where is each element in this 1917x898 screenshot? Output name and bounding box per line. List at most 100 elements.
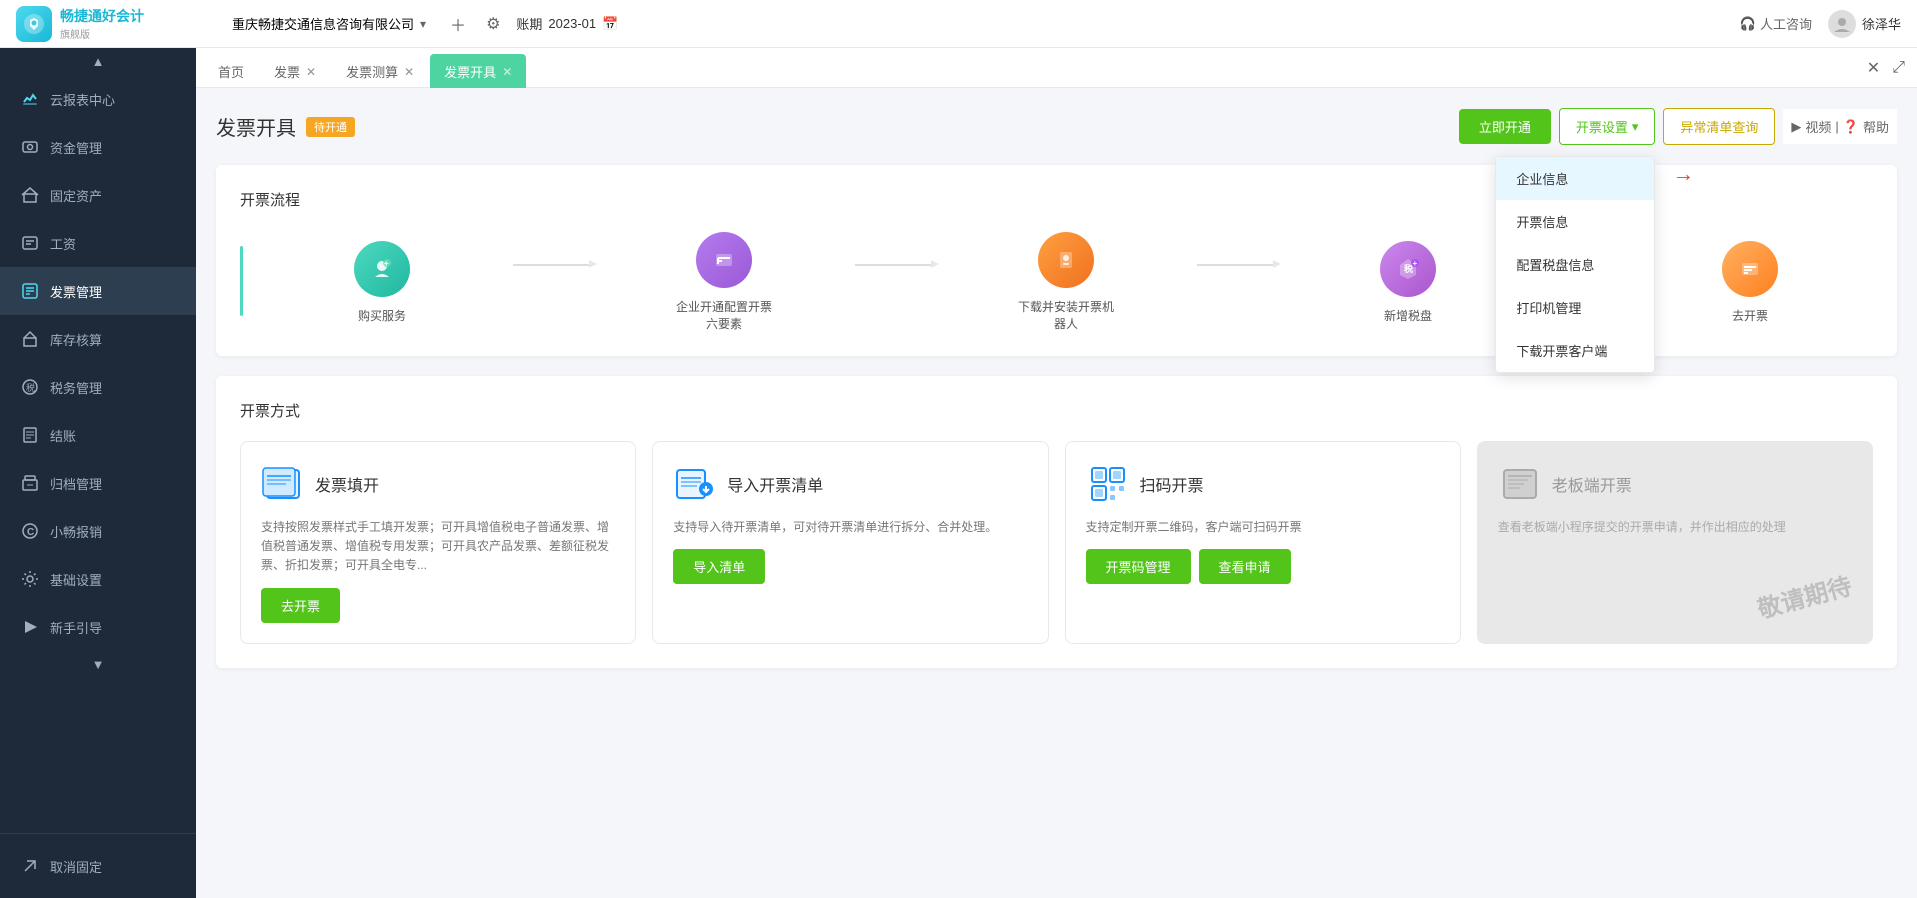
method-btn-manual[interactable]: 去开票	[261, 588, 340, 623]
tab-calc-close[interactable]: ✕	[404, 65, 414, 79]
method-name-import: 导入开票清单	[727, 472, 823, 496]
tax-icon: 税	[20, 377, 40, 397]
activate-button[interactable]: 立即开通	[1459, 109, 1551, 144]
step-divider-2	[855, 264, 935, 266]
flow-step-2: 企业开通配置开票六要素	[601, 230, 847, 332]
step-label-2: 企业开通配置开票六要素	[674, 298, 774, 332]
sidebar-scroll-down[interactable]: ▼	[0, 651, 196, 678]
method-title: 开票方式	[240, 400, 1873, 421]
sidebar-label-unpin: 取消固定	[50, 857, 102, 876]
sidebar-label-invoice: 发票管理	[50, 282, 102, 301]
step-label-5: 去开票	[1732, 307, 1768, 324]
settings-icon[interactable]: ⚙	[482, 10, 504, 38]
sidebar-item-invoice[interactable]: 发票管理	[0, 267, 196, 315]
tab-open[interactable]: 发票开具 ✕	[430, 54, 526, 90]
anomaly-button[interactable]: 异常清单查询	[1663, 108, 1775, 145]
svg-text:+: +	[384, 259, 389, 268]
sidebar-item-fund[interactable]: 资金管理	[0, 123, 196, 171]
method-desc-boss: 查看老板端小程序提交的开票申请，并作出相应的处理	[1498, 518, 1852, 537]
video-button[interactable]: ▶ 视频 | ❓ 帮助	[1783, 109, 1897, 144]
tab-open-close[interactable]: ✕	[502, 65, 512, 79]
step-icon-3	[1036, 230, 1096, 290]
logo-area: 畅捷通好会计 旗舰版	[16, 6, 212, 42]
sidebar-label-salary: 工资	[50, 234, 76, 253]
svg-text:+: +	[1413, 259, 1418, 268]
user-info[interactable]: 徐泽华	[1828, 10, 1901, 38]
main-area: ▲ 云报表中心 资金管理	[0, 48, 1917, 898]
sidebar-item-settings[interactable]: 基础设置	[0, 555, 196, 603]
method-btn-scan-view[interactable]: 查看申请	[1199, 549, 1291, 584]
page-title: 发票开具	[216, 112, 296, 141]
step-divider-1	[513, 264, 593, 266]
settings-button[interactable]: 开票设置 ▾	[1559, 108, 1656, 145]
svg-text:C: C	[27, 527, 34, 538]
sidebar-item-salary[interactable]: 工资	[0, 219, 196, 267]
method-icon-manual	[261, 462, 305, 506]
sidebar-item-accounting[interactable]: 结账	[0, 411, 196, 459]
dropdown-item-company[interactable]: 企业信息	[1496, 157, 1654, 200]
dropdown-item-tax-config-label: 配置税盘信息	[1516, 255, 1594, 274]
salary-icon	[20, 233, 40, 253]
sidebar-item-archive[interactable]: 归档管理	[0, 459, 196, 507]
sidebar-item-report[interactable]: C 小畅报销	[0, 507, 196, 555]
logo-text: 畅捷通好会计 旗舰版	[60, 6, 144, 41]
tab-calc[interactable]: 发票测算 ✕	[332, 54, 428, 90]
method-cards: 发票填开 支持按照发票样式手工填开发票；可开具增值税电子普通发票、增值税普通发票…	[240, 441, 1873, 644]
sidebar-item-assets[interactable]: 固定资产	[0, 171, 196, 219]
calendar-icon[interactable]: 📅	[602, 16, 618, 32]
sidebar-item-guide[interactable]: 新手引导	[0, 603, 196, 651]
sidebar-bottom: 取消固定	[0, 833, 196, 898]
method-card-import: 导入开票清单 支持导入待开票清单，可对待开票清单进行拆分、合并处理。 导入清单	[652, 441, 1048, 644]
sidebar-item-cloud-report[interactable]: 云报表中心	[0, 75, 196, 123]
method-btn-scan-manage[interactable]: 开票码管理	[1086, 549, 1191, 584]
step-label-4: 新增税盘	[1384, 307, 1432, 324]
dropdown-item-company-label: 企业信息	[1516, 169, 1568, 188]
sidebar-scroll-up[interactable]: ▲	[0, 48, 196, 75]
flow-left-border	[240, 246, 243, 316]
sidebar: ▲ 云报表中心 资金管理	[0, 48, 196, 898]
svg-text:税: 税	[26, 382, 35, 393]
inventory-icon	[20, 329, 40, 349]
step-label-1: 购买服务	[358, 307, 406, 324]
dropdown-item-printer[interactable]: 打印机管理	[1496, 286, 1654, 329]
settings-dropdown-menu: 企业信息 → 开票信息 配置税盘信息	[1495, 156, 1655, 373]
user-name: 徐泽华	[1862, 14, 1901, 33]
company-selector[interactable]: 重庆畅捷交通信息咨询有限公司 ▾	[224, 10, 434, 37]
tab-close-all[interactable]: ✕	[1863, 54, 1884, 82]
sidebar-item-inventory[interactable]: 库存核算	[0, 315, 196, 363]
tab-invoice[interactable]: 发票 ✕	[260, 54, 330, 90]
dropdown-item-download-label: 下载开票客户端	[1516, 341, 1607, 360]
dropdown-item-download[interactable]: 下载开票客户端	[1496, 329, 1654, 372]
method-btn-import[interactable]: 导入清单	[673, 549, 765, 584]
step-icon-4: 税 +	[1378, 239, 1438, 299]
play-icon: ▶	[1791, 119, 1801, 135]
tab-invoice-close[interactable]: ✕	[306, 65, 316, 79]
tab-calc-label: 发票测算	[346, 62, 398, 81]
settings-dropdown-wrapper: 开票设置 ▾ 企业信息 →	[1559, 108, 1656, 145]
sidebar-label-accounting: 结账	[50, 426, 76, 445]
period-info: 账期 2023-01 📅	[516, 14, 618, 33]
add-icon[interactable]: ＋	[446, 8, 470, 40]
sidebar-label-inventory: 库存核算	[50, 330, 102, 349]
flow-step-5: 去开票	[1627, 239, 1873, 324]
page-header: 发票开具 待开通 立即开通 开票设置 ▾	[216, 108, 1897, 145]
sidebar-label-guide: 新手引导	[50, 618, 102, 637]
flow-step-1: + 购买服务	[259, 239, 505, 324]
tab-invoice-label: 发票	[274, 62, 300, 81]
step-icon-inner-2	[696, 232, 752, 288]
dropdown-item-invoice-info[interactable]: 开票信息	[1496, 200, 1654, 243]
period-label: 账期	[516, 14, 542, 33]
sidebar-item-unpin[interactable]: 取消固定	[0, 842, 196, 890]
top-bar: 畅捷通好会计 旗舰版 重庆畅捷交通信息咨询有限公司 ▾ ＋ ⚙ 账期 2023-…	[0, 0, 1917, 48]
dropdown-item-tax-config[interactable]: 配置税盘信息	[1496, 243, 1654, 286]
consult-button[interactable]: 🎧 人工咨询	[1740, 14, 1812, 33]
sidebar-item-tax[interactable]: 税 税务管理	[0, 363, 196, 411]
page-content: 发票开具 待开通 立即开通 开票设置 ▾	[196, 88, 1917, 898]
tab-home[interactable]: 首页	[204, 54, 258, 90]
method-header-boss: 老板端开票	[1498, 462, 1852, 506]
sidebar-label-settings: 基础设置	[50, 570, 102, 589]
status-badge: 待开通	[306, 117, 355, 137]
tab-fullscreen[interactable]: ⤢	[1888, 55, 1909, 81]
method-card-boss: 老板端开票 查看老板端小程序提交的开票申请，并作出相应的处理 敬请期待	[1477, 441, 1873, 644]
top-bar-icons: ＋ ⚙	[446, 8, 504, 40]
